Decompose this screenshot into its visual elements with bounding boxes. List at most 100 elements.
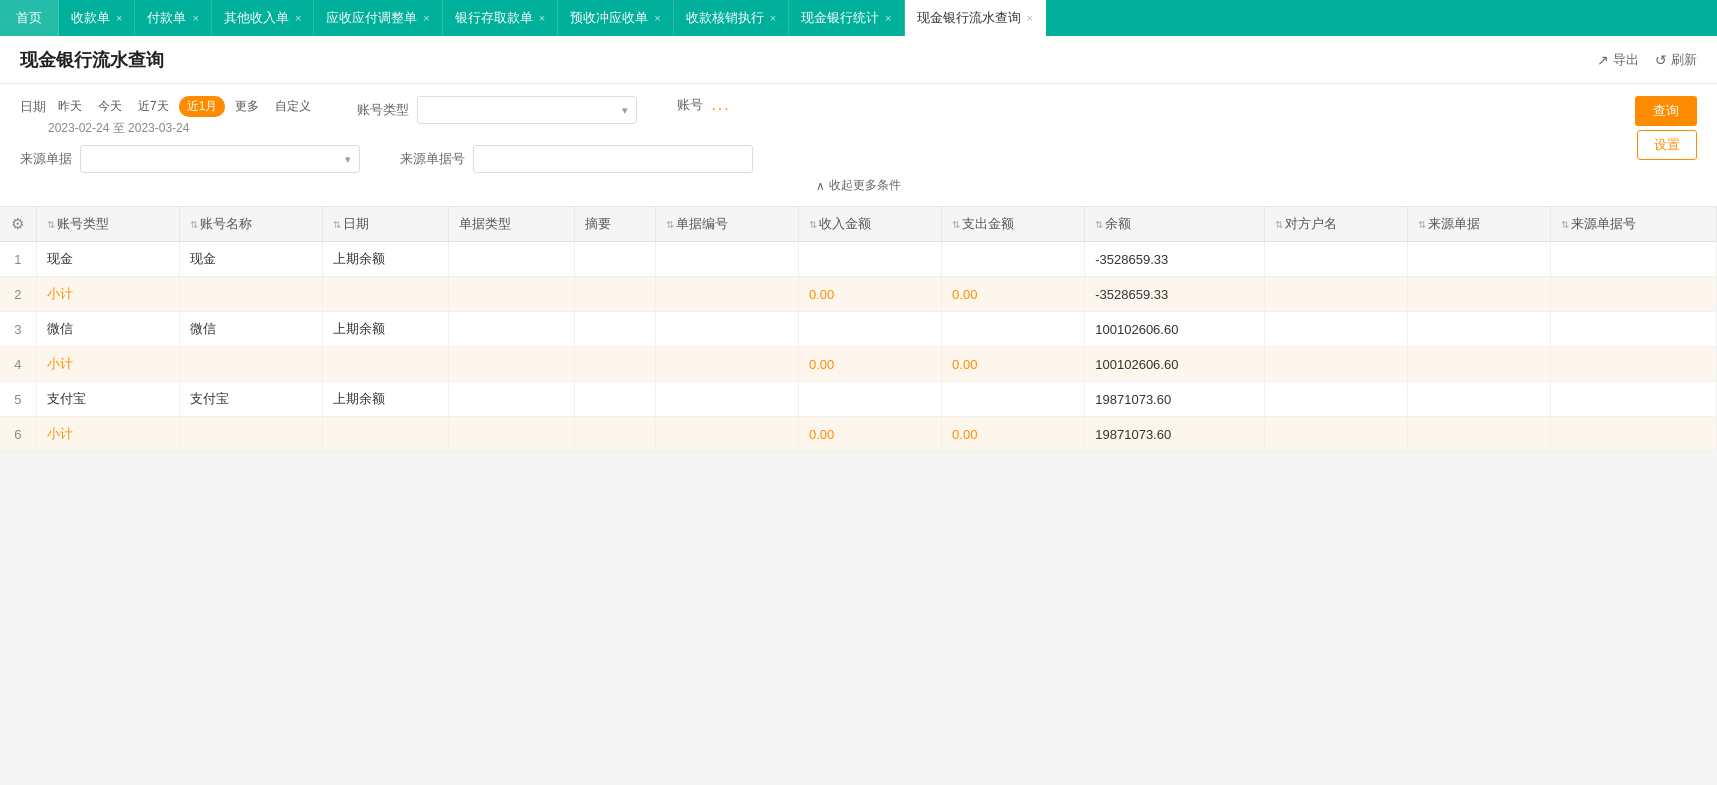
cell-account_name: 微信 [179, 312, 322, 347]
account-dots-button[interactable]: ... [711, 96, 730, 114]
col-header-balance[interactable]: ⇅余额 [1085, 207, 1265, 242]
query-button[interactable]: 查询 [1635, 96, 1697, 126]
export-icon: ↗ [1597, 52, 1609, 68]
cell-expense [942, 312, 1085, 347]
cell-summary [574, 312, 655, 347]
chevron-down-icon: ▾ [622, 104, 628, 117]
table-row: 6小计0.000.0019871073.60 [0, 417, 1717, 452]
header-actions: ↗ 导出 ↺ 刷新 [1597, 51, 1697, 69]
cell-doc_no [655, 242, 798, 277]
close-tab-icon[interactable]: × [116, 12, 122, 24]
close-tab-icon[interactable]: × [1027, 12, 1033, 24]
nav-tab-收款单[interactable]: 收款单× [59, 0, 135, 36]
cell-source_doc [1408, 312, 1551, 347]
cell-summary [574, 242, 655, 277]
cell-doc_no [655, 277, 798, 312]
nav-tab-收款核销执行[interactable]: 收款核销执行× [674, 0, 789, 36]
cell-summary [574, 277, 655, 312]
close-tab-icon[interactable]: × [770, 12, 776, 24]
col-header-source_doc_no[interactable]: ⇅来源单据号 [1551, 207, 1717, 242]
filter-row-1: 日期 昨天今天近7天近1月更多自定义 2023-02-24 至 2023-03-… [20, 96, 1619, 137]
cell-source_doc_no [1551, 382, 1717, 417]
filter-area: 日期 昨天今天近7天近1月更多自定义 2023-02-24 至 2023-03-… [0, 84, 1717, 207]
nav-tab-付款单[interactable]: 付款单× [135, 0, 211, 36]
cell-doc_no [655, 417, 798, 452]
export-button[interactable]: ↗ 导出 [1597, 51, 1639, 69]
close-tab-icon[interactable]: × [295, 12, 301, 24]
cell-doc_type [448, 277, 574, 312]
cell-source_doc_no [1551, 312, 1717, 347]
cell-index: 5 [0, 382, 36, 417]
close-tab-icon[interactable]: × [192, 12, 198, 24]
table-row: 3微信微信上期余额100102606.60 [0, 312, 1717, 347]
source-doc-no-filter: 来源单据号 [400, 145, 753, 173]
date-options: 昨天今天近7天近1月更多自定义 [52, 96, 317, 117]
sort-icon: ⇅ [1095, 219, 1103, 230]
cell-source_doc [1408, 347, 1551, 382]
account-filter: 账号 ... [677, 96, 730, 114]
cell-expense: 0.00 [942, 417, 1085, 452]
source-doc-filter: 来源单据 ▾ [20, 145, 360, 173]
account-type-select[interactable]: ▾ [417, 96, 637, 124]
col-header-counterpart[interactable]: ⇅对方户名 [1264, 207, 1407, 242]
date-option-近1月[interactable]: 近1月 [179, 96, 226, 117]
cell-account_name [179, 417, 322, 452]
col-header-account_type[interactable]: ⇅账号类型 [36, 207, 179, 242]
nav-home[interactable]: 首页 [0, 0, 59, 36]
cell-doc_no [655, 312, 798, 347]
refresh-button[interactable]: ↺ 刷新 [1655, 51, 1697, 69]
cell-account_type: 小计 [36, 417, 179, 452]
nav-tab-银行存取款单[interactable]: 银行存取款单× [443, 0, 558, 36]
cell-income [798, 382, 941, 417]
date-option-昨天[interactable]: 昨天 [52, 96, 88, 117]
cell-index: 1 [0, 242, 36, 277]
page-title: 现金银行流水查询 [20, 48, 164, 72]
cell-account_type: 小计 [36, 277, 179, 312]
nav-tab-现金银行统计[interactable]: 现金银行统计× [789, 0, 904, 36]
col-header-date[interactable]: ⇅日期 [322, 207, 448, 242]
sort-icon: ⇅ [47, 219, 55, 230]
close-tab-icon[interactable]: × [539, 12, 545, 24]
table-settings-gear[interactable]: ⚙ [0, 207, 36, 242]
date-option-自定义[interactable]: 自定义 [269, 96, 317, 117]
cell-expense: 0.00 [942, 277, 1085, 312]
date-option-今天[interactable]: 今天 [92, 96, 128, 117]
table-row: 4小计0.000.00100102606.60 [0, 347, 1717, 382]
cell-doc_no [655, 347, 798, 382]
table-container: ⚙⇅账号类型⇅账号名称⇅日期单据类型摘要⇅单据编号⇅收入金额⇅支出金额⇅余额⇅对… [0, 207, 1717, 452]
nav-tab-现金银行流水查询[interactable]: 现金银行流水查询× [905, 0, 1046, 36]
cell-index: 6 [0, 417, 36, 452]
col-header-doc_no[interactable]: ⇅单据编号 [655, 207, 798, 242]
cell-counterpart [1264, 382, 1407, 417]
cell-counterpart [1264, 277, 1407, 312]
source-doc-select[interactable]: ▾ [80, 145, 360, 173]
source-doc-no-input[interactable] [473, 145, 753, 173]
cell-summary [574, 417, 655, 452]
close-tab-icon[interactable]: × [885, 12, 891, 24]
cell-account_type: 微信 [36, 312, 179, 347]
cell-doc_type [448, 347, 574, 382]
nav-tab-预收冲应收单[interactable]: 预收冲应收单× [558, 0, 673, 36]
cell-income: 0.00 [798, 347, 941, 382]
nav-tab-应收应付调整单[interactable]: 应收应付调整单× [314, 0, 442, 36]
cell-source_doc [1408, 242, 1551, 277]
nav-tab-其他收入单[interactable]: 其他收入单× [212, 0, 314, 36]
close-tab-icon[interactable]: × [423, 12, 429, 24]
collapse-button[interactable]: ∧ 收起更多条件 [816, 177, 901, 194]
date-option-近7天[interactable]: 近7天 [132, 96, 175, 117]
refresh-label: 刷新 [1671, 51, 1697, 69]
date-option-更多[interactable]: 更多 [229, 96, 265, 117]
cell-source_doc_no [1551, 347, 1717, 382]
account-type-filter: 账号类型 ▾ [357, 96, 637, 124]
settings-button[interactable]: 设置 [1637, 130, 1697, 160]
col-header-expense[interactable]: ⇅支出金额 [942, 207, 1085, 242]
col-header-income[interactable]: ⇅收入金额 [798, 207, 941, 242]
cell-expense: 0.00 [942, 347, 1085, 382]
cell-doc_type [448, 382, 574, 417]
col-header-account_name[interactable]: ⇅账号名称 [179, 207, 322, 242]
cell-account_name [179, 347, 322, 382]
close-tab-icon[interactable]: × [654, 12, 660, 24]
table-body: 1现金现金上期余额-3528659.332小计0.000.00-3528659.… [0, 242, 1717, 452]
export-label: 导出 [1613, 51, 1639, 69]
col-header-source_doc[interactable]: ⇅来源单据 [1408, 207, 1551, 242]
